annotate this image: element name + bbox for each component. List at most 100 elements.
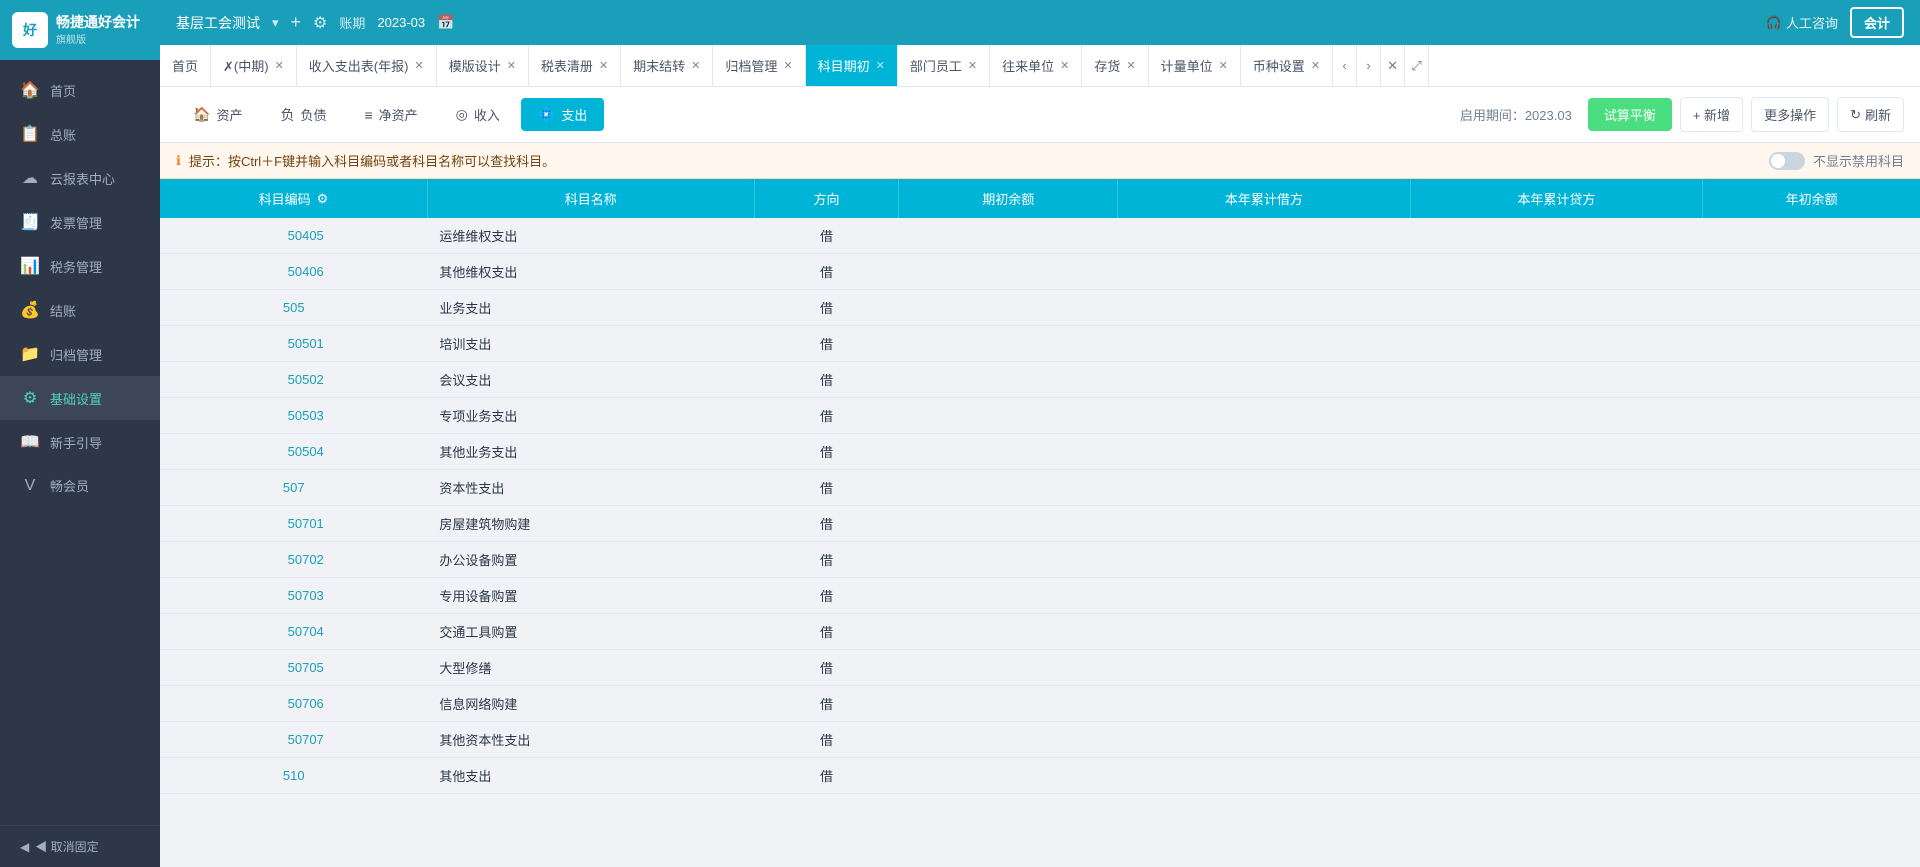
tab-close-icon[interactable]: ✕ — [783, 59, 792, 72]
sidebar-item-member[interactable]: V 畅会员 — [0, 464, 160, 507]
cell-ytd-credit — [1410, 758, 1703, 794]
col-header-year-start-balance: 年初余额 — [1703, 179, 1920, 218]
sub-tab-net-assets[interactable]: ≡ 净资产 — [347, 98, 434, 131]
company-settings-icon[interactable]: ⚙ — [313, 13, 327, 33]
cell-initial-balance — [899, 218, 1118, 254]
tab-home[interactable]: 首页 — [160, 45, 211, 87]
sidebar-item-cloud-reports[interactable]: ☁ 云报表中心 — [0, 156, 160, 200]
table-row[interactable]: 50502 会议支出 借 — [160, 362, 1920, 398]
tab-currency[interactable]: 币种设置 ✕ — [1241, 45, 1333, 87]
tab-period-end[interactable]: 期末结转 ✕ — [621, 45, 713, 87]
add-new-btn[interactable]: + 新增 — [1680, 97, 1743, 132]
table-row[interactable]: 50703 专用设备购置 借 — [160, 578, 1920, 614]
table-row[interactable]: 50501 培训支出 借 — [160, 326, 1920, 362]
company-name: 基层工会测试 — [176, 13, 260, 33]
sidebar-item-home[interactable]: 🏠 首页 — [0, 68, 160, 112]
table-row[interactable]: 50704 交通工具购置 借 — [160, 614, 1920, 650]
tab-close-icon[interactable]: ✕ — [1126, 59, 1135, 72]
tab-close-all[interactable]: ✕ — [1381, 45, 1405, 87]
table-row[interactable]: 510 其他支出 借 — [160, 758, 1920, 794]
table-row[interactable]: 50705 大型修缮 借 — [160, 650, 1920, 686]
cell-direction: 借 — [754, 758, 899, 794]
tab-scroll-right[interactable]: › — [1357, 45, 1381, 87]
tab-close-icon[interactable]: ✕ — [1311, 59, 1320, 72]
tab-close-icon[interactable]: ✕ — [275, 59, 284, 72]
cell-ytd-credit — [1410, 578, 1703, 614]
calc-balance-btn[interactable]: 试算平衡 — [1588, 98, 1672, 131]
tab-close-icon[interactable]: ✕ — [414, 59, 423, 72]
sidebar-item-archive[interactable]: 📁 归档管理 — [0, 332, 160, 376]
sidebar-item-invoice[interactable]: 🧾 发票管理 — [0, 200, 160, 244]
kuaiji-switch-btn[interactable]: 会计 — [1850, 7, 1904, 38]
table-row[interactable]: 50406 其他维权支出 借 — [160, 254, 1920, 290]
table-row[interactable]: 507 资本性支出 借 — [160, 470, 1920, 506]
tab-scroll-left[interactable]: ‹ — [1333, 45, 1357, 87]
subject-table: 科目编码 ⚙ 科目名称 方向 期初余额 本年累计借方 本年累计贷方 年初余额 5 — [160, 179, 1920, 794]
sidebar-item-basic-settings[interactable]: ⚙ 基础设置 — [0, 376, 160, 420]
cell-ytd-credit — [1410, 722, 1703, 758]
tab-subject-initial[interactable]: 科目期初 ✕ — [806, 45, 898, 87]
toggle-disabled-group: 不显示禁用科目 — [1769, 151, 1904, 170]
sub-tab-assets[interactable]: 🏠 资产 — [176, 98, 259, 131]
table-row[interactable]: 50707 其他资本性支出 借 — [160, 722, 1920, 758]
refresh-btn[interactable]: ↻ 刷新 — [1837, 97, 1904, 132]
table-row[interactable]: 50405 运维维权支出 借 — [160, 218, 1920, 254]
tab-close-icon[interactable]: ✕ — [599, 59, 608, 72]
tab-contacts[interactable]: 往来单位 ✕ — [990, 45, 1082, 87]
company-dropdown-icon[interactable]: ▾ — [272, 15, 279, 31]
sidebar-collapse-btn[interactable]: ◀ ◀ 取消固定 — [0, 825, 160, 867]
cell-code: 50702 — [160, 542, 427, 578]
more-actions-btn[interactable]: 更多操作 — [1751, 97, 1829, 132]
tab-close-icon[interactable]: ✕ — [691, 59, 700, 72]
tab-template[interactable]: 模版设计 ✕ — [437, 45, 529, 87]
sidebar-item-tax[interactable]: 📊 税务管理 — [0, 244, 160, 288]
tab-inventory[interactable]: 存货 ✕ — [1082, 45, 1148, 87]
tab-close-icon[interactable]: ✕ — [1219, 59, 1228, 72]
sidebar-item-ledger[interactable]: 📋 总账 — [0, 112, 160, 156]
calendar-icon[interactable]: 📅 — [437, 14, 454, 31]
tab-close-icon[interactable]: ✕ — [1060, 59, 1069, 72]
tab-close-icon[interactable]: ✕ — [507, 59, 516, 72]
add-company-btn[interactable]: + — [291, 12, 302, 33]
app-logo: 好 畅捷通好会计 旗舰版 — [0, 0, 160, 60]
sub-tab-expense[interactable]: 💠 支出 — [521, 98, 604, 131]
invoice-icon: 🧾 — [20, 212, 40, 232]
table-row[interactable]: 50504 其他业务支出 借 — [160, 434, 1920, 470]
sidebar-item-label: 归档管理 — [50, 345, 102, 364]
tab-annual-report[interactable]: 收入支出表(年报) ✕ — [297, 45, 437, 87]
tab-label: 收入支出表(年报) — [309, 56, 409, 75]
table-row[interactable]: 50706 信息网络购建 借 — [160, 686, 1920, 722]
cell-code: 50406 — [160, 254, 427, 290]
cell-ytd-credit — [1410, 254, 1703, 290]
subject-table-wrapper[interactable]: 科目编码 ⚙ 科目名称 方向 期初余额 本年累计借方 本年累计贷方 年初余额 5 — [160, 179, 1920, 867]
table-row[interactable]: 50702 办公设备购置 借 — [160, 542, 1920, 578]
cell-direction: 借 — [754, 686, 899, 722]
toggle-disabled-switch[interactable] — [1769, 152, 1805, 170]
tab-department[interactable]: 部门员工 ✕ — [898, 45, 990, 87]
tab-midterm[interactable]: ✗(中期) ✕ — [211, 45, 297, 87]
sidebar-item-guide[interactable]: 📖 新手引导 — [0, 420, 160, 464]
cell-ytd-debit — [1118, 290, 1411, 326]
cell-ytd-debit — [1118, 398, 1411, 434]
human-service-btn[interactable]: 🎧 人工咨询 — [1766, 13, 1838, 32]
table-row[interactable]: 50503 专项业务支出 借 — [160, 398, 1920, 434]
tab-unit[interactable]: 计量单位 ✕ — [1149, 45, 1241, 87]
tab-close-icon[interactable]: ✕ — [876, 59, 885, 72]
cell-ytd-debit — [1118, 362, 1411, 398]
table-row[interactable]: 50701 房屋建筑物购建 借 — [160, 506, 1920, 542]
ledger-icon: 📋 — [20, 124, 40, 144]
col-settings-icon[interactable]: ⚙ — [317, 191, 329, 207]
sidebar-item-close-accounts[interactable]: 💰 结账 — [0, 288, 160, 332]
tab-close-icon[interactable]: ✕ — [968, 59, 977, 72]
tab-bar: 首页 ✗(中期) ✕ 收入支出表(年报) ✕ 模版设计 ✕ 税表清册 ✕ 期末结… — [160, 45, 1920, 87]
tab-archive[interactable]: 归档管理 ✕ — [713, 45, 805, 87]
cell-name: 会议支出 — [427, 362, 754, 398]
sub-tab-liabilities[interactable]: 负 负债 — [263, 98, 343, 132]
tab-tax-table[interactable]: 税表清册 ✕ — [529, 45, 621, 87]
sub-tab-income[interactable]: ◎ 收入 — [439, 98, 517, 131]
warning-icon: ℹ — [176, 153, 181, 169]
tab-maximize[interactable]: ⤢ — [1405, 45, 1429, 87]
cell-ytd-debit — [1118, 254, 1411, 290]
table-row[interactable]: 505 业务支出 借 — [160, 290, 1920, 326]
action-buttons: 试算平衡 + 新增 更多操作 ↻ 刷新 — [1588, 97, 1904, 132]
